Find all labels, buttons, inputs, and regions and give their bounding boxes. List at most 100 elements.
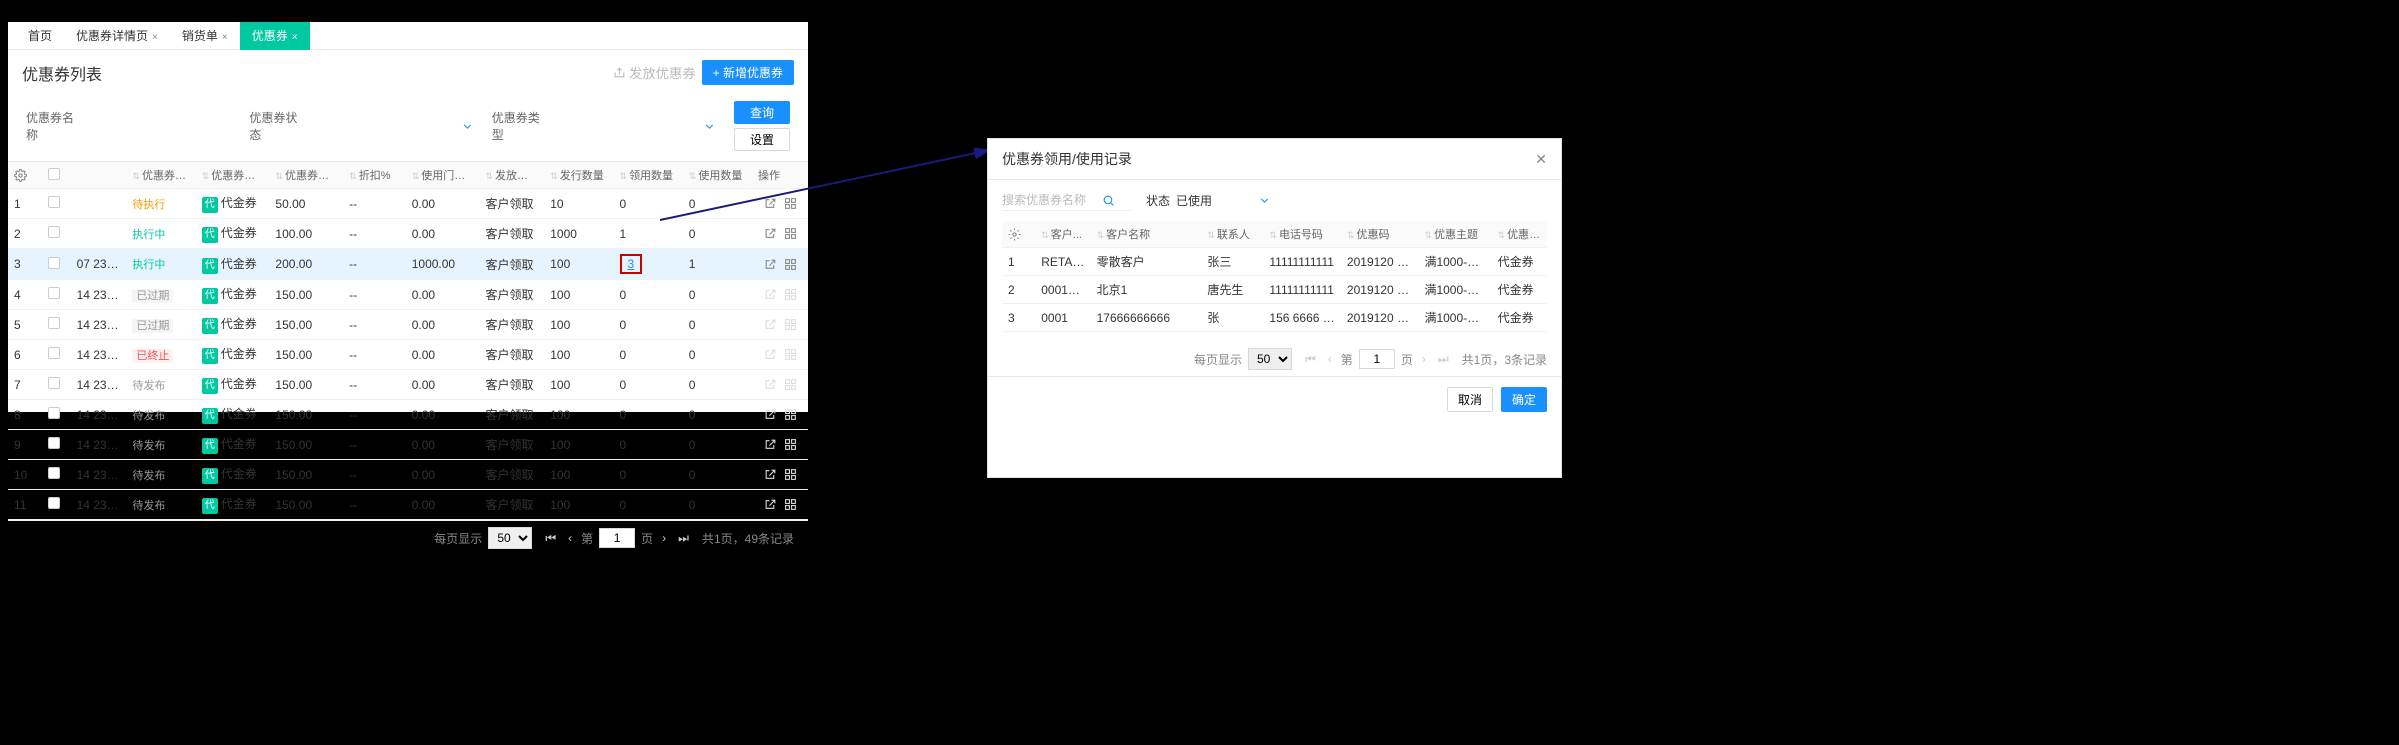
- modal-pagination: 每页显示 50 ⏮ ‹ 第 页 › ⏭ 共1页，3条记录: [988, 342, 1561, 376]
- table-row[interactable]: 2 执行中 代代金券 100.00 -- 0.00 客户领取 1000 1 0: [8, 219, 808, 249]
- filter-name-input[interactable]: [91, 115, 231, 137]
- page-next[interactable]: ›: [659, 531, 669, 545]
- usage-record-modal: 优惠券领用/使用记录 ✕ 状态 已使用 ⇅客户... ⇅客户名称: [987, 138, 1562, 478]
- search-icon[interactable]: [1102, 194, 1115, 207]
- per-page-select[interactable]: 50: [488, 527, 532, 549]
- modal-page-last[interactable]: ⏭: [1435, 352, 1452, 367]
- col-subject[interactable]: ⇅优惠主题: [1418, 221, 1491, 248]
- qr-icon[interactable]: [783, 227, 797, 241]
- qr-icon[interactable]: [783, 288, 797, 302]
- modal-header: 优惠券领用/使用记录 ✕: [988, 139, 1561, 180]
- open-icon[interactable]: [763, 378, 777, 392]
- tab-优惠券详情页[interactable]: 优惠券详情页×: [64, 22, 170, 50]
- col-custname[interactable]: ⇅客户名称: [1091, 221, 1202, 248]
- modal-filter-row: 状态 已使用: [1002, 190, 1547, 211]
- open-icon[interactable]: [763, 408, 777, 422]
- col-face[interactable]: ⇅优惠券面值: [269, 162, 343, 189]
- qr-icon[interactable]: [783, 378, 797, 392]
- col-contact[interactable]: ⇅联系人: [1201, 221, 1263, 248]
- share-icon: [613, 66, 626, 79]
- table-row[interactable]: 3 0001 17666666666 张 156 6666 6... 20191…: [1002, 304, 1547, 332]
- cancel-button[interactable]: 取消: [1447, 387, 1493, 412]
- qr-icon[interactable]: [783, 468, 797, 482]
- open-icon[interactable]: [763, 288, 777, 302]
- col-claim[interactable]: ⇅领用数量: [614, 162, 683, 189]
- tab-close-icon[interactable]: ×: [222, 32, 228, 43]
- table-row[interactable]: 5 14 23:59 已过期 代代金券 150.00 -- 0.00 客户领取 …: [8, 310, 808, 340]
- page-last[interactable]: ⏭: [675, 531, 692, 546]
- qr-icon[interactable]: [783, 318, 797, 332]
- qr-icon[interactable]: [783, 498, 797, 512]
- qr-icon[interactable]: [783, 257, 797, 271]
- open-icon[interactable]: [763, 498, 777, 512]
- modal-close-button[interactable]: ✕: [1535, 151, 1547, 168]
- table-row[interactable]: 7 14 23:59 待发布 代代金券 150.00 -- 0.00 客户领取 …: [8, 370, 808, 400]
- modal-page-next[interactable]: ›: [1419, 352, 1429, 366]
- tab-销货单[interactable]: 销货单×: [170, 22, 240, 50]
- col-use[interactable]: ⇅使用数量: [683, 162, 752, 189]
- chevron-down-icon: [461, 120, 474, 133]
- col-distmethod[interactable]: ⇅发放方式: [479, 162, 544, 189]
- query-button[interactable]: 查询: [734, 101, 790, 124]
- col-type[interactable]: ⇅优惠券类型: [196, 162, 270, 189]
- tab-close-icon[interactable]: ×: [292, 32, 298, 43]
- col-phone[interactable]: ⇅电话号码: [1263, 221, 1341, 248]
- filter-buttons: 查询 设置: [734, 101, 790, 151]
- col-threshold[interactable]: ⇅使用门槛...: [406, 162, 480, 189]
- chevron-down-icon: [1258, 194, 1271, 207]
- table-row[interactable]: 3 07 23:59 执行中 代代金券 200.00 -- 1000.00 客户…: [8, 249, 808, 280]
- table-row[interactable]: 2 00010001 北京1 唐先生 11111111111 2019120 7…: [1002, 276, 1547, 304]
- open-icon[interactable]: [763, 348, 777, 362]
- open-icon[interactable]: [763, 257, 777, 271]
- table-row[interactable]: 4 14 23:59 已过期 代代金券 150.00 -- 0.00 客户领取 …: [8, 280, 808, 310]
- col-checkbox[interactable]: [42, 162, 71, 189]
- page-input[interactable]: [599, 528, 635, 548]
- modal-search-input[interactable]: [1002, 190, 1102, 210]
- col-status[interactable]: ⇅优惠券状态: [126, 162, 195, 189]
- distribute-coupon-button[interactable]: 发放优惠券: [613, 63, 696, 82]
- modal-page-prev[interactable]: ‹: [1325, 352, 1335, 366]
- table-row[interactable]: 8 14 23:59 待发布 代代金券 150.00 -- 0.00 客户领取 …: [8, 400, 808, 430]
- table-row[interactable]: 11 14 23:59 待发布 代代金券 150.00 -- 0.00 客户领取…: [8, 490, 808, 520]
- modal-page-first[interactable]: ⏮: [1302, 352, 1319, 367]
- modal-per-page-select[interactable]: 50: [1248, 348, 1292, 370]
- open-icon[interactable]: [763, 468, 777, 482]
- table-row[interactable]: 10 14 23:59 待发布 代代金券 150.00 -- 0.00 客户领取…: [8, 460, 808, 490]
- qr-icon[interactable]: [783, 197, 797, 211]
- col-gear[interactable]: [8, 162, 42, 189]
- page-first[interactable]: ⏮: [542, 531, 559, 546]
- open-icon[interactable]: [763, 197, 777, 211]
- qr-icon[interactable]: [783, 348, 797, 362]
- tab-close-icon[interactable]: ×: [152, 32, 158, 43]
- filter-state[interactable]: 优惠券状态: [249, 109, 473, 143]
- col-custno[interactable]: ⇅客户...: [1035, 221, 1090, 248]
- modal-search: [1002, 190, 1132, 211]
- open-icon[interactable]: [763, 438, 777, 452]
- modal-page-input[interactable]: [1359, 349, 1395, 369]
- col-discount[interactable]: ⇅折扣%: [343, 162, 406, 189]
- add-coupon-button[interactable]: + 新增优惠券: [702, 60, 794, 85]
- col-issue[interactable]: ⇅发行数量: [544, 162, 613, 189]
- open-icon[interactable]: [763, 318, 777, 332]
- page-prev[interactable]: ‹: [565, 531, 575, 545]
- page-title-row: 优惠券列表 发放优惠券 + 新增优惠券: [8, 50, 808, 95]
- col-ctype[interactable]: ⇅优惠券类: [1492, 221, 1547, 248]
- table-row[interactable]: 1 待执行 代代金券 50.00 -- 0.00 客户领取 10 0 0: [8, 189, 808, 219]
- settings-button[interactable]: 设置: [734, 128, 790, 151]
- col-gear[interactable]: [1002, 221, 1035, 248]
- confirm-button[interactable]: 确定: [1501, 387, 1547, 412]
- modal-footer: 取消 确定: [988, 376, 1561, 422]
- table-row[interactable]: 9 14 23:59 待发布 代代金券 150.00 -- 0.00 客户领取 …: [8, 430, 808, 460]
- coupon-table-wrap: ⇅优惠券状态 ⇅优惠券类型 ⇅优惠券面值 ⇅折扣% ⇅使用门槛... ⇅发放方式…: [8, 161, 808, 520]
- table-row[interactable]: 6 14 23:59 已终止 代代金券 150.00 -- 0.00 客户领取 …: [8, 340, 808, 370]
- qr-icon[interactable]: [783, 408, 797, 422]
- open-icon[interactable]: [763, 227, 777, 241]
- table-row[interactable]: 1 RETAIL... 零散客户 张三 11111111111 2019120 …: [1002, 248, 1547, 276]
- qr-icon[interactable]: [783, 438, 797, 452]
- tab-优惠券[interactable]: 优惠券×: [240, 22, 310, 50]
- coupon-table: ⇅优惠券状态 ⇅优惠券类型 ⇅优惠券面值 ⇅折扣% ⇅使用门槛... ⇅发放方式…: [8, 162, 808, 520]
- tab-首页[interactable]: 首页: [16, 22, 64, 50]
- col-code[interactable]: ⇅优惠码: [1341, 221, 1419, 248]
- filter-type[interactable]: 优惠券类型: [492, 109, 716, 143]
- modal-state-select[interactable]: 状态 已使用: [1146, 192, 1271, 209]
